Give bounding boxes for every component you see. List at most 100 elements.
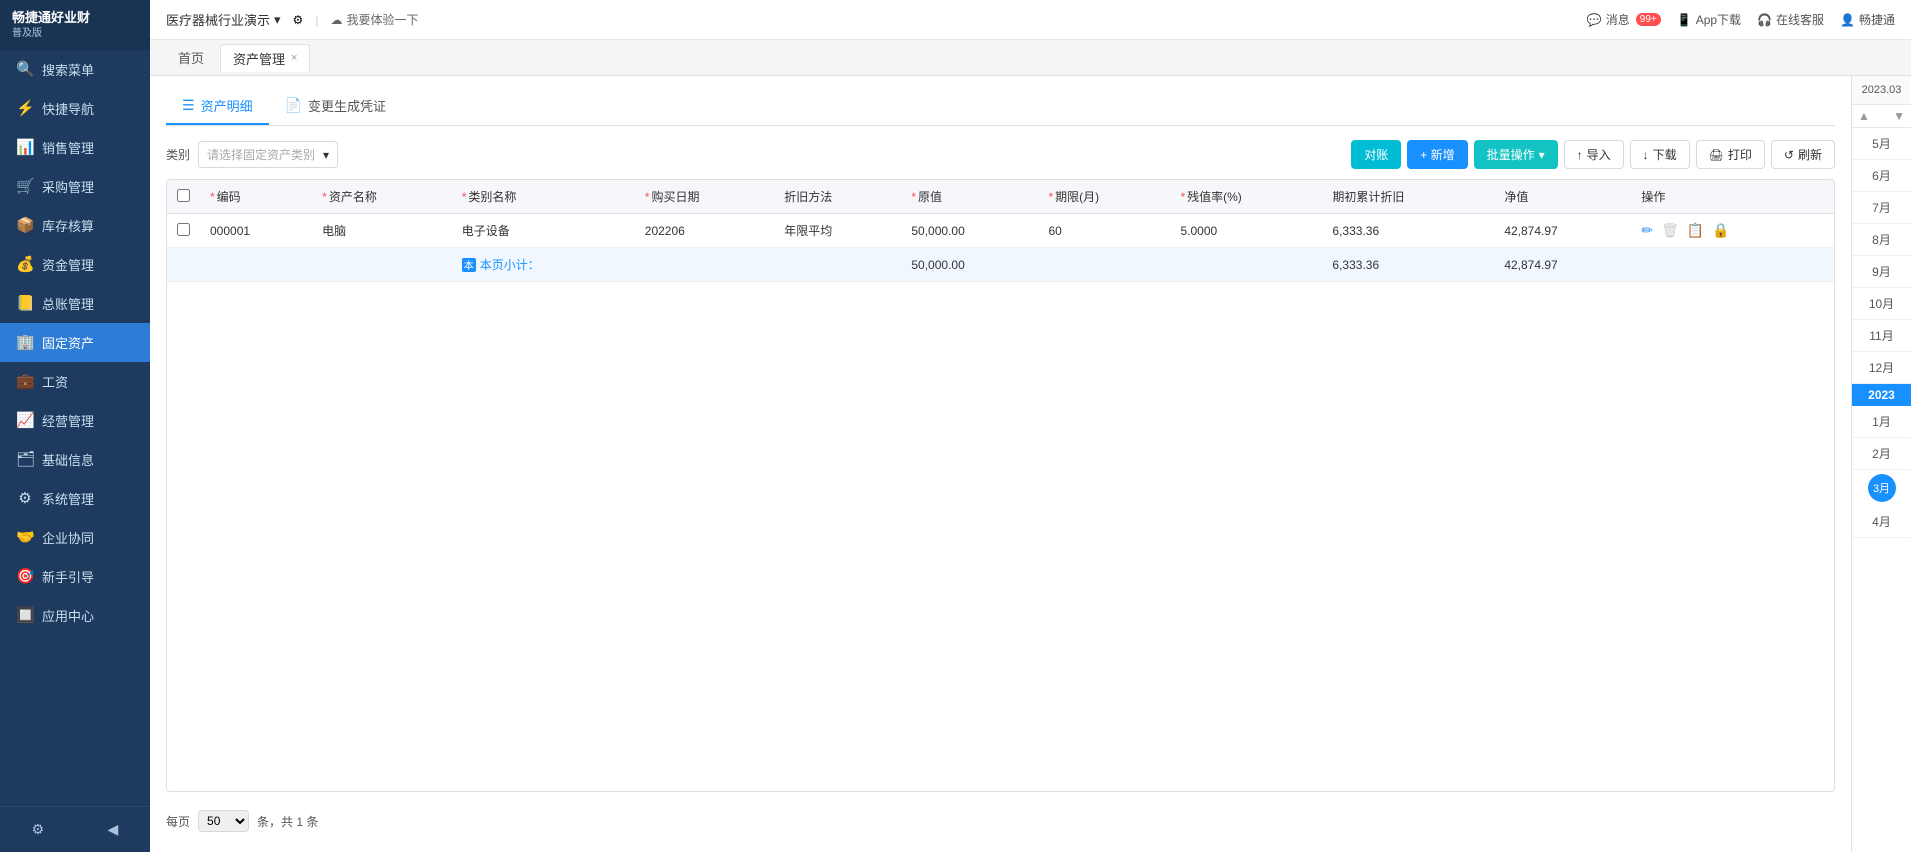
month-item[interactable]: 9月 [1852, 256, 1911, 288]
company-selector[interactable]: 医疗器械行业演示 ▾ [166, 10, 281, 29]
sidebar-item-label: 资金管理 [42, 255, 94, 274]
sidebar-icon: 🔲 [16, 606, 34, 624]
copy-icon[interactable]: 📋 [1687, 222, 1704, 239]
tab-asset-management[interactable]: 资产管理 × [220, 44, 310, 72]
header-code: *编码 [200, 180, 312, 214]
sidebar-item-label: 采购管理 [42, 177, 94, 196]
refresh-label: 刷新 [1798, 146, 1822, 163]
row-purchase-date: 202206 [635, 214, 775, 248]
reconcile-button[interactable]: 对账 [1351, 140, 1401, 169]
month-item[interactable]: 6月 [1852, 160, 1911, 192]
sidebar-item-应用中心[interactable]: 🔲 应用中心 [0, 596, 150, 635]
month-item[interactable]: 2月 [1852, 438, 1911, 470]
filter-category-select[interactable]: 请选择固定资产类别 ▾ [198, 141, 338, 168]
sidebar-item-快捷导航[interactable]: ⚡ 快捷导航 [0, 89, 150, 128]
sidebar-item-经营管理[interactable]: 📈 经营管理 [0, 401, 150, 440]
month-item[interactable]: 8月 [1852, 224, 1911, 256]
settings-icon[interactable]: ⚙ [26, 815, 51, 844]
tab-asset-label: 资产管理 [233, 49, 285, 68]
sidebar-item-企业协同[interactable]: 🤝 企业协同 [0, 518, 150, 557]
month-item[interactable]: 1月 [1852, 406, 1911, 438]
sidebar-item-总账管理[interactable]: 📒 总账管理 [0, 284, 150, 323]
header-net-value: 净值 [1494, 180, 1631, 214]
select-all-checkbox[interactable] [177, 189, 190, 202]
collapse-icon[interactable]: ◀ [102, 815, 125, 844]
sidebar-item-销售管理[interactable]: 📊 销售管理 [0, 128, 150, 167]
subtotal-icon: 本 [462, 258, 476, 272]
year-month-label: 2023.03 [1862, 84, 1902, 96]
sub-tab-voucher-label: 变更生成凭证 [308, 96, 386, 115]
right-panel: 2023.03 ▲ ▼ 5月6月7月8月9月10月11月12月20231月2月 3… [1851, 76, 1911, 852]
experience-label: 我要体验一下 [346, 11, 418, 28]
month-item[interactable]: 11月 [1852, 320, 1911, 352]
reconcile-label: 对账 [1364, 146, 1388, 163]
user-btn[interactable]: 👤 畅捷通 [1840, 11, 1895, 28]
subtotal-net-value: 42,874.97 [1494, 248, 1631, 282]
sub-tab-voucher[interactable]: 📄 变更生成凭证 [269, 88, 402, 125]
sidebar-item-固定资产[interactable]: 🏢 固定资产 [0, 323, 150, 362]
active-month-item[interactable]: 3月 [1868, 474, 1896, 502]
batch-button[interactable]: 批量操作 ▾ [1474, 140, 1558, 169]
sidebar-item-库存核算[interactable]: 📦 库存核算 [0, 206, 150, 245]
header-actions: 操作 [1631, 180, 1834, 214]
tab-home-label: 首页 [178, 48, 204, 67]
month-item[interactable]: 10月 [1852, 288, 1911, 320]
scroll-up-icon[interactable]: ▲ [1858, 109, 1870, 123]
sidebar-item-新手引导[interactable]: 🎯 新手引导 [0, 557, 150, 596]
experience-btn[interactable]: ☁ 我要体验一下 [330, 11, 418, 28]
pagination: 每页 50 10 20 100 条，共 1 条 [166, 802, 1835, 840]
edit-icon[interactable]: ✏ [1641, 222, 1653, 239]
header-checkbox[interactable] [167, 180, 200, 214]
filter-category-label: 类别 [166, 146, 190, 163]
month-item[interactable]: 5月 [1852, 128, 1911, 160]
delete-icon[interactable]: 🗑 [1661, 222, 1679, 239]
import-button[interactable]: ↑ 导入 [1564, 140, 1624, 169]
lock-icon[interactable]: 🔒 [1712, 222, 1729, 239]
month-active-wrapper[interactable]: 3月 [1852, 470, 1911, 506]
row-category: 电子设备 [452, 214, 635, 248]
year-label: 2023 [1852, 384, 1911, 406]
sidebar-item-搜索菜单[interactable]: 🔍 搜索菜单 [0, 50, 150, 89]
app-download-btn[interactable]: 📱 App下载 [1677, 11, 1741, 28]
topbar-gear-icon[interactable]: ⚙ [293, 13, 304, 27]
download-button[interactable]: ↓ 下载 [1630, 140, 1690, 169]
sidebar: 畅捷通好业财 普及版 🔍 搜索菜单⚡ 快捷导航📊 销售管理🛒 采购管理📦 库存核… [0, 0, 150, 852]
sidebar-item-label: 系统管理 [42, 489, 94, 508]
header-depreciation-method: 折旧方法 [774, 180, 901, 214]
sidebar-item-基础信息[interactable]: 🗂 基础信息 [0, 440, 150, 479]
month-item[interactable]: 7月 [1852, 192, 1911, 224]
month-item[interactable]: 12月 [1852, 352, 1911, 384]
company-name: 医疗器械行业演示 [166, 10, 270, 29]
app-name: 畅捷通好业财 [12, 10, 138, 27]
row-initial-depreciation: 6,333.36 [1322, 214, 1494, 248]
subtotal-label: 本页小计： [480, 256, 540, 273]
refresh-button[interactable]: ↺ 刷新 [1771, 140, 1835, 169]
topbar: 医疗器械行业演示 ▾ ⚙ | ☁ 我要体验一下 💬 消息 99+ 📱 App下载… [150, 0, 1911, 40]
table-header-row: *编码 *资产名称 *类别名称 *购买日期 折旧方法 *原值 *期限(月) *残… [167, 180, 1834, 214]
subtotal-empty4 [774, 248, 901, 282]
new-button[interactable]: + 新增 [1407, 140, 1467, 169]
month-item[interactable]: 4月 [1852, 506, 1911, 538]
sidebar-item-工资[interactable]: 💼 工资 [0, 362, 150, 401]
scroll-down-icon[interactable]: ▼ [1893, 109, 1905, 123]
sidebar-icon: 💰 [16, 255, 34, 273]
row-checkbox[interactable] [167, 214, 200, 248]
sidebar-item-系统管理[interactable]: ⚙ 系统管理 [0, 479, 150, 518]
sub-tab-asset-detail[interactable]: ☰ 资产明细 [166, 88, 269, 125]
doc-icon: 📄 [285, 97, 302, 114]
app-version: 普及版 [12, 27, 138, 40]
tab-close-icon[interactable]: × [291, 52, 297, 64]
message-btn[interactable]: 💬 消息 99+ [1587, 11, 1661, 28]
tab-home[interactable]: 首页 [166, 44, 216, 71]
header-residual-rate: *残值率(%) [1170, 180, 1322, 214]
sidebar-item-资金管理[interactable]: 💰 资金管理 [0, 245, 150, 284]
asset-table: *编码 *资产名称 *类别名称 *购买日期 折旧方法 *原值 *期限(月) *残… [166, 179, 1835, 792]
month-list: 5月6月7月8月9月10月11月12月20231月2月 3月 4月 [1852, 128, 1911, 852]
online-service-btn[interactable]: 🎧 在线客服 [1757, 11, 1824, 28]
sidebar-item-label: 工资 [42, 372, 68, 391]
subtotal-empty2 [312, 248, 452, 282]
print-button[interactable]: 🖨 打印 [1696, 140, 1765, 169]
sidebar-icon: 📒 [16, 294, 34, 312]
sidebar-item-采购管理[interactable]: 🛒 采购管理 [0, 167, 150, 206]
per-page-select[interactable]: 50 10 20 100 [198, 810, 249, 832]
